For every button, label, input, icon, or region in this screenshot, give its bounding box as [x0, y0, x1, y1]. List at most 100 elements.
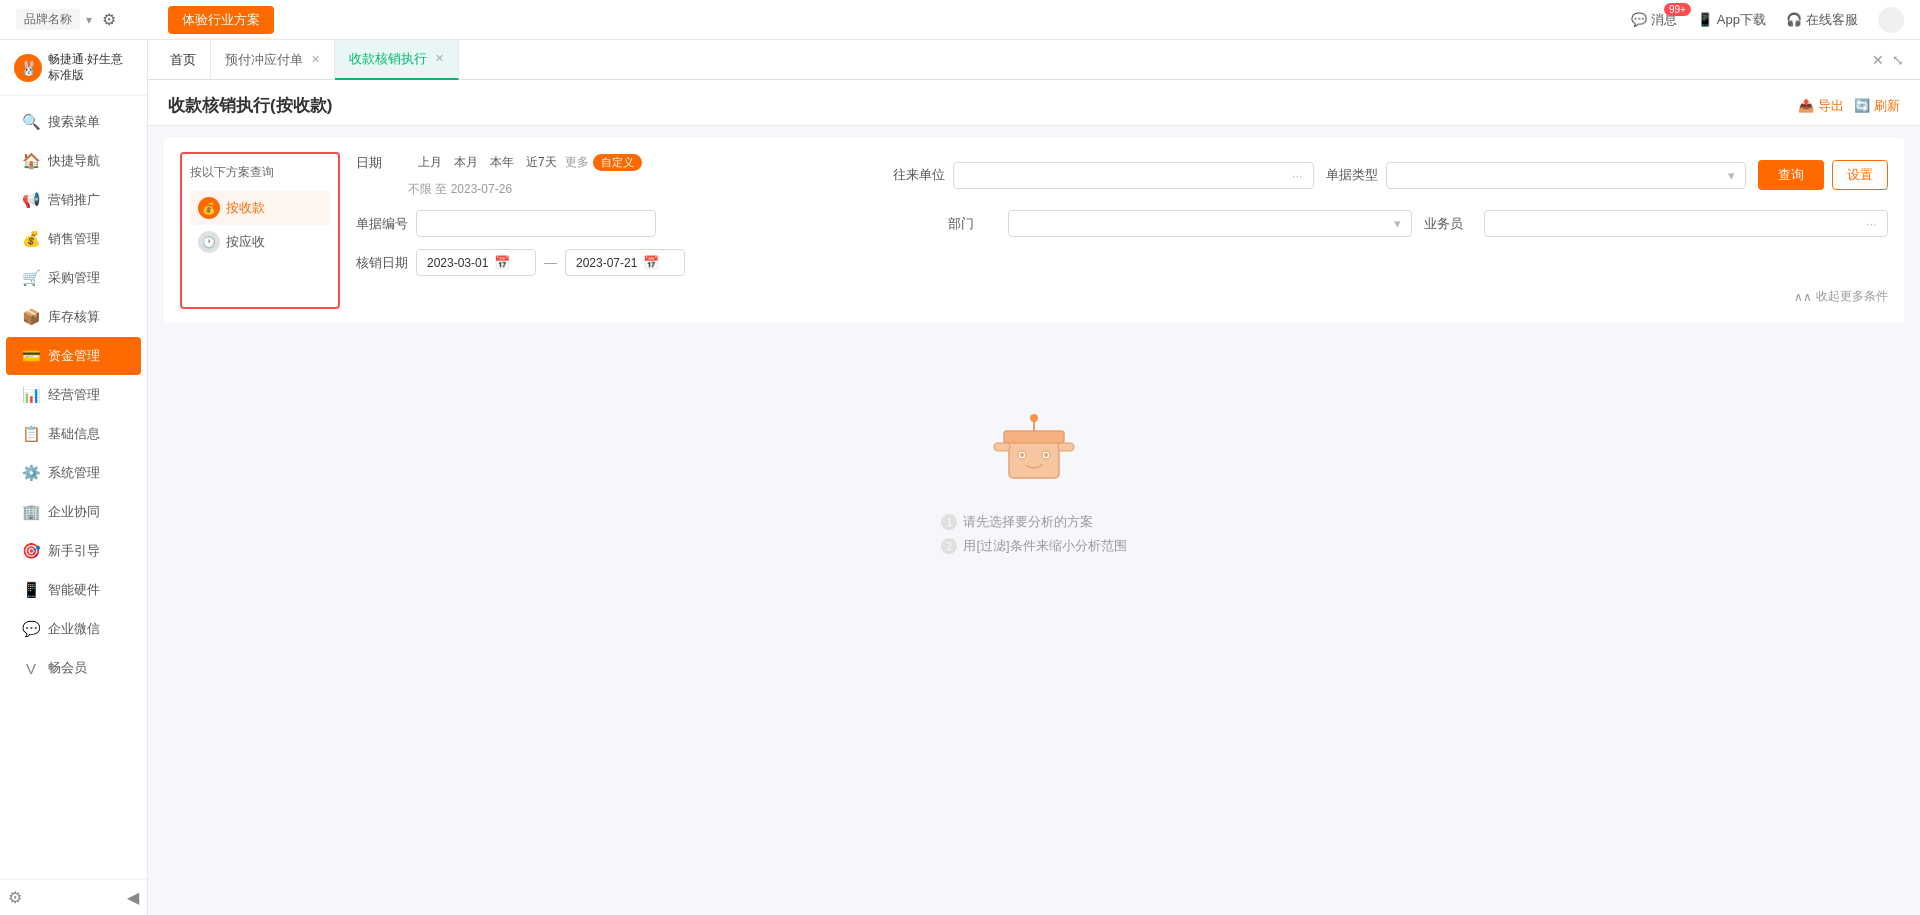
tab-close-prepay-offset[interactable]: ✕	[311, 53, 320, 66]
date-this-month[interactable]: 本月	[450, 152, 482, 173]
query-button[interactable]: 查询	[1758, 160, 1824, 190]
dept-select[interactable]: ▾	[1008, 210, 1412, 237]
doc-no-field: 单据编号	[356, 210, 936, 237]
sidebar-label-inventory: 库存核算	[48, 308, 100, 326]
top-bar-brand: 品牌名称	[16, 9, 80, 30]
partner-input[interactable]: ···	[953, 162, 1313, 189]
sidebar-icon-quick-nav: 🏠	[22, 152, 40, 170]
sidebar-icon-funds: 💳	[22, 347, 40, 365]
user-avatar[interactable]	[1878, 7, 1904, 33]
sidebar-item-marketing[interactable]: 📢营销推广	[6, 181, 141, 219]
collapse-button[interactable]: ∧∧ 收起更多条件	[1794, 288, 1888, 305]
tab-home[interactable]: 首页	[156, 40, 211, 80]
sidebar-item-search-menu[interactable]: 🔍 搜索菜单	[6, 103, 141, 141]
empty-state: 1 请先选择要分析的方案 2 用[过滤]条件来缩小分析范围	[148, 323, 1920, 601]
verif-date-end-input[interactable]: 2023-07-21 📅	[565, 249, 685, 276]
receivable-option-label: 按应收	[226, 233, 265, 251]
sidebar-item-operations[interactable]: 📊经营管理	[6, 376, 141, 414]
sidebar-label-funds: 资金管理	[48, 347, 100, 365]
tab-receipt-offset[interactable]: 收款核销执行 ✕	[335, 40, 459, 80]
date-range-separator: —	[544, 255, 557, 270]
date-this-year[interactable]: 本年	[486, 152, 518, 173]
sidebar-item-funds[interactable]: 💳 资金管理	[6, 337, 141, 375]
sidebar-icon-guide: 🎯	[22, 542, 40, 560]
tab-expand-icon[interactable]: ⤡	[1892, 52, 1904, 68]
message-btn[interactable]: 💬 消息 99+	[1631, 11, 1677, 29]
doc-type-label: 单据类型	[1326, 166, 1378, 184]
employee-field: 业务员 ···	[1424, 210, 1888, 237]
app-download-btn[interactable]: 📱 App下载	[1697, 11, 1766, 29]
svg-rect-0	[1009, 438, 1059, 478]
tab-prepay-offset[interactable]: 预付冲应付单✕	[211, 40, 335, 80]
doc-type-arrow: ▾	[1728, 168, 1735, 183]
sidebar-item-enterprise[interactable]: 🏢企业协同	[6, 493, 141, 531]
cal-end-icon[interactable]: 📅	[643, 255, 659, 270]
sidebar-icon-system: ⚙️	[22, 464, 40, 482]
sidebar-item-member[interactable]: V畅会员	[6, 649, 141, 687]
top-bar-logo-area: 品牌名称 ▾ ⚙	[16, 9, 156, 30]
date-last-month[interactable]: 上月	[414, 152, 446, 173]
empty-hint-1: 1 请先选择要分析的方案	[941, 513, 1126, 531]
employee-input[interactable]: ···	[1484, 210, 1888, 237]
verif-date-end-val: 2023-07-21	[576, 256, 637, 270]
tab-label-receipt-offset: 收款核销执行	[349, 50, 427, 68]
sidebar-item-quick-nav[interactable]: 🏠快捷导航	[6, 142, 141, 180]
sidebar-icon-operations: 📊	[22, 386, 40, 404]
sidebar-icon-enterprise: 🏢	[22, 503, 40, 521]
sidebar-label-basic-info: 基础信息	[48, 425, 100, 443]
settings-button[interactable]: 设置	[1832, 160, 1888, 190]
sidebar-item-wechat[interactable]: 💬 企业微信	[6, 610, 141, 648]
page-header: 收款核销执行(按收款) 📤 导出 🔄 刷新	[148, 80, 1920, 126]
sidebar-item-sales[interactable]: 💰销售管理	[6, 220, 141, 258]
page-title: 收款核销执行(按收款)	[168, 94, 332, 117]
sidebar-icon-search-menu: 🔍	[22, 113, 40, 131]
logo-text: 畅捷通·好生意 标准版	[48, 52, 123, 83]
sidebar-label-member: 畅会员	[48, 659, 87, 677]
app-icon: 📱	[1697, 12, 1713, 27]
industry-btn[interactable]: 体验行业方案	[168, 6, 274, 34]
sidebar-settings-icon[interactable]: ⚙	[8, 888, 22, 907]
doc-type-select[interactable]: ▾	[1386, 162, 1746, 189]
export-button[interactable]: 📤 导出	[1798, 97, 1844, 115]
sidebar-label-wechat: 企业微信	[48, 620, 100, 638]
top-bar-gear-icon[interactable]: ⚙	[102, 10, 116, 29]
dept-arrow: ▾	[1394, 216, 1401, 231]
sidebar-item-system[interactable]: ⚙️系统管理	[6, 454, 141, 492]
sidebar-collapse-icon[interactable]: ◀	[127, 888, 139, 907]
message-icon: 💬	[1631, 12, 1647, 27]
sidebar-item-hardware[interactable]: 📱智能硬件	[6, 571, 141, 609]
cal-start-icon[interactable]: 📅	[494, 255, 510, 270]
sidebar-label-search-menu: 搜索菜单	[48, 113, 100, 131]
sidebar-icon-wechat: 💬	[22, 620, 40, 638]
date-custom-tag[interactable]: 自定义	[593, 154, 642, 171]
message-badge: 99+	[1664, 3, 1691, 16]
tab-close-receipt-offset[interactable]: ✕	[435, 52, 444, 65]
filter-option-by-receipt[interactable]: 💰 按收款	[190, 191, 330, 225]
tab-close-all-icon[interactable]: ✕	[1872, 52, 1884, 68]
verif-date-start-input[interactable]: 2023-03-01 📅	[416, 249, 536, 276]
top-bar: 品牌名称 ▾ ⚙ 体验行业方案 💬 消息 99+ 📱 App下载 🎧 在线客服	[0, 0, 1920, 40]
filter-panel: 按以下方案查询 💰 按收款 🕐 按应收	[164, 138, 1904, 323]
svg-rect-1	[1004, 431, 1064, 443]
date-more[interactable]: 更多	[565, 154, 589, 171]
doc-no-input[interactable]	[416, 210, 656, 237]
date-last-7days[interactable]: 近7天	[522, 152, 561, 173]
sidebar-item-purchase[interactable]: 🛒采购管理	[6, 259, 141, 297]
filter-row-3: 核销日期 2023-03-01 📅 — 2023-07-21 📅	[356, 249, 1888, 276]
top-bar-dropdown-icon[interactable]: ▾	[86, 13, 92, 27]
refresh-button[interactable]: 🔄 刷新	[1854, 97, 1900, 115]
tab-bar-actions: ✕⤡	[1872, 52, 1912, 68]
receipt-option-label: 按收款	[226, 199, 265, 217]
sidebar-item-inventory[interactable]: 📦库存核算	[6, 298, 141, 336]
dept-field: 部门 ▾	[948, 210, 1412, 237]
sidebar-icon-basic-info: 📋	[22, 425, 40, 443]
partner-field: 往来单位 ···	[893, 162, 1313, 189]
filter-option-by-receivable[interactable]: 🕐 按应收	[190, 225, 330, 259]
doc-no-label: 单据编号	[356, 215, 408, 233]
sidebar-item-guide[interactable]: 🎯新手引导	[6, 532, 141, 570]
sidebar-item-basic-info[interactable]: 📋 基础信息	[6, 415, 141, 453]
online-service-btn[interactable]: 🎧 在线客服	[1786, 11, 1858, 29]
page-header-actions: 📤 导出 🔄 刷新	[1798, 97, 1900, 115]
sidebar-label-marketing: 营销推广	[48, 191, 100, 209]
filter-fields: 日期 上月 本月 本年 近7天 更多 自定义	[356, 152, 1888, 309]
